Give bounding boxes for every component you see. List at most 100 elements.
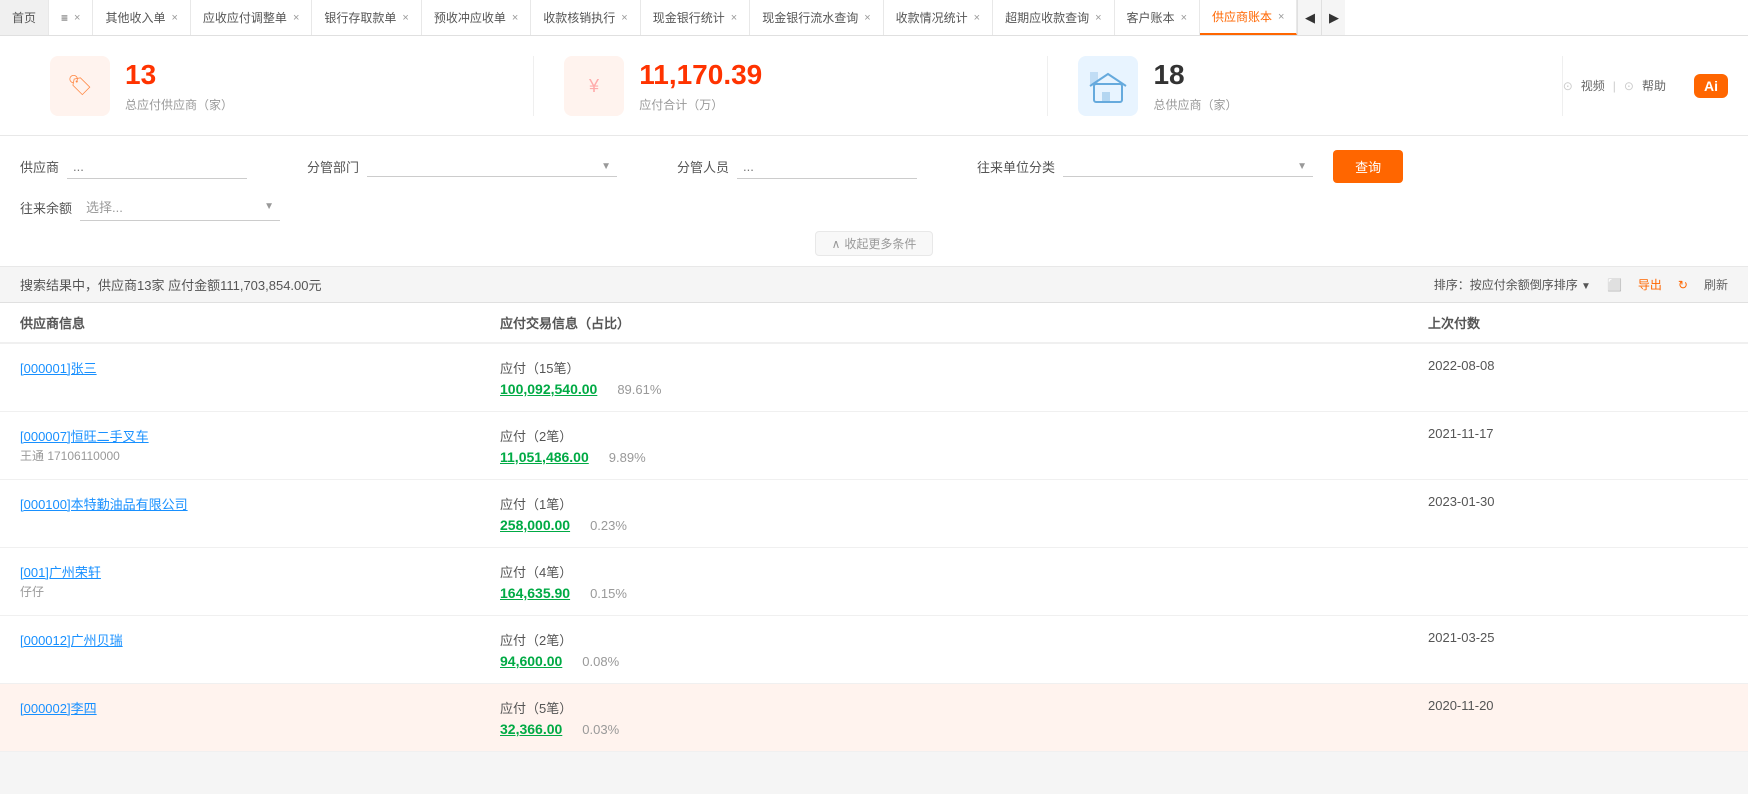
table-row: [000012]广州贝瑞 应付（2笔） 94,600.00 0.08% 2021… [0, 616, 1748, 684]
txn-pct: 9.89% [609, 450, 646, 465]
payable-suppliers-number: 13 [125, 58, 233, 92]
nav-prev-arrow[interactable]: ◀ [1297, 0, 1321, 35]
txn-amount[interactable]: 258,000.00 [500, 517, 570, 533]
export-icon: ⬜ [1607, 278, 1622, 292]
collapse-button[interactable]: ∧ 收起更多条件 [815, 231, 934, 256]
col-transaction-info: 应付交易信息（占比） [500, 313, 1428, 332]
summary-bar: 🏷 13 总应付供应商（家） ¥ 11,170.39 应付合计（万） [0, 36, 1748, 136]
store-icon [1078, 56, 1138, 116]
nav-home[interactable]: 首页 [0, 0, 49, 35]
video-link[interactable]: 视频 [1581, 77, 1605, 94]
dept-chevron-icon: ▼ [601, 161, 611, 172]
supplier-filter-input[interactable] [67, 155, 247, 179]
supplier-filter-label: 供应商 [20, 157, 59, 176]
balance-filter-label: 往来余额 [20, 198, 72, 217]
filter-supplier: 供应商 [20, 155, 247, 179]
transaction-cell: 应付（4笔） 164,635.90 0.15% [500, 562, 1428, 601]
payable-total-label: 应付合计（万） [639, 96, 762, 113]
refresh-button[interactable]: 刷新 [1704, 276, 1728, 293]
circle-icon2: ⊙ [1624, 79, 1634, 93]
summary-card-total-suppliers: 18 总供应商（家） [1048, 56, 1562, 116]
txn-amount[interactable]: 94,600.00 [500, 653, 562, 669]
total-suppliers-label: 总供应商（家） [1153, 96, 1237, 113]
payable-total-number: 11,170.39 [639, 58, 762, 92]
nav-receipt-stat[interactable]: 收款情况统计 × [884, 0, 993, 35]
supplier-link[interactable]: [000002]李四 [20, 698, 500, 717]
txn-pct: 89.61% [617, 382, 661, 397]
filter-category: 往来单位分类 ▼ [977, 157, 1313, 177]
dept-filter-select[interactable]: ▼ [367, 157, 617, 177]
nav-overdue-ar[interactable]: 超期应收款查询 × [993, 0, 1114, 35]
ai-badge[interactable]: Ai [1694, 74, 1728, 98]
txn-pct: 0.08% [582, 654, 619, 669]
nav-cash-bank-stat[interactable]: 现金银行统计 × [641, 0, 750, 35]
supplier-link[interactable]: [000007]恒旺二手叉车 [20, 426, 500, 445]
category-filter-label: 往来单位分类 [977, 157, 1055, 176]
last-pay-cell: 2022-08-08 [1428, 358, 1728, 373]
nav-ar-ap-adjust[interactable]: 应收应付调整单 × [191, 0, 312, 35]
supplier-info-cell: [000007]恒旺二手叉车 王通 17106110000 [20, 426, 500, 464]
nav-cash-bank-flow[interactable]: 现金银行流水查询 × [750, 0, 883, 35]
nav-next-arrow[interactable]: ▶ [1321, 0, 1345, 35]
top-navigation: 首页 ≡ × 其他收入单 × 应收应付调整单 × 银行存取款单 × 预收冲应收单… [0, 0, 1748, 36]
txn-label: 应付（5笔） [500, 698, 1428, 717]
transaction-cell: 应付（2笔） 94,600.00 0.08% [500, 630, 1428, 669]
supplier-link[interactable]: [000001]张三 [20, 358, 500, 377]
supplier-info-cell: [000002]李四 [20, 698, 500, 717]
filter-row-2: 往来余额 选择... ▼ [20, 193, 1728, 221]
table-row: [000001]张三 应付（15笔） 100,092,540.00 89.61%… [0, 344, 1748, 412]
table-header: 供应商信息 应付交易信息（占比） 上次付数 [0, 303, 1748, 344]
person-filter-input[interactable] [737, 155, 917, 179]
supplier-link[interactable]: [001]广州荣轩 [20, 562, 500, 581]
collapse-row: ∧ 收起更多条件 [20, 231, 1728, 256]
refresh-icon: ↻ [1678, 278, 1688, 292]
filter-person: 分管人员 [677, 155, 917, 179]
nav-customer-ledger[interactable]: 客户账本 × [1115, 0, 1200, 35]
balance-chevron-icon: ▼ [264, 201, 274, 212]
query-button[interactable]: 查询 [1333, 150, 1403, 183]
last-pay-cell: 2020-11-20 [1428, 698, 1728, 713]
nav-supplier-ledger[interactable]: 供应商账本 × [1200, 0, 1297, 35]
category-filter-select[interactable]: ▼ [1063, 157, 1313, 177]
last-pay-cell: 2021-03-25 [1428, 630, 1728, 645]
svg-text:🏷: 🏷 [67, 75, 92, 97]
col-last-pay: 上次付数 [1428, 313, 1728, 332]
nav-receipt-exec[interactable]: 收款核销执行 × [531, 0, 640, 35]
export-button[interactable]: 导出 [1638, 276, 1662, 293]
supplier-info-cell: [000100]本特勤油品有限公司 [20, 494, 500, 513]
category-chevron-icon: ▼ [1297, 161, 1307, 172]
dept-filter-label: 分管部门 [307, 157, 359, 176]
txn-label: 应付（4笔） [500, 562, 1428, 581]
txn-label: 应付（2笔） [500, 426, 1428, 445]
supplier-link[interactable]: [000012]广州贝瑞 [20, 630, 500, 649]
txn-label: 应付（2笔） [500, 630, 1428, 649]
nav-menu[interactable]: ≡ × [49, 0, 93, 35]
total-suppliers-number: 18 [1153, 58, 1237, 92]
chevron-up-icon: ∧ [832, 237, 841, 251]
table-row: [001]广州荣轩 仔仔 应付（4笔） 164,635.90 0.15% [0, 548, 1748, 616]
filter-area: 供应商 分管部门 ▼ 分管人员 往来单位分类 ▼ 查询 往来余额 选择 [0, 136, 1748, 267]
nav-other-income[interactable]: 其他收入单 × [93, 0, 190, 35]
txn-amount[interactable]: 32,366.00 [500, 721, 562, 737]
svg-text:¥: ¥ [588, 76, 600, 96]
txn-amount[interactable]: 11,051,486.00 [500, 449, 589, 465]
amount-icon: ¥ [564, 56, 624, 116]
txn-pct: 0.03% [582, 722, 619, 737]
top-right-links: ⊙ 视频 | ⊙ 帮助 Ai [1563, 74, 1728, 98]
col-supplier-info: 供应商信息 [20, 313, 500, 332]
supplier-link[interactable]: [000100]本特勤油品有限公司 [20, 494, 500, 513]
supplier-icon: 🏷 [50, 56, 110, 116]
table-row: [000002]李四 应付（5笔） 32,366.00 0.03% 2020-1… [0, 684, 1748, 752]
supplier-sub: 王通 17106110000 [20, 447, 500, 464]
transaction-cell: 应付（2笔） 11,051,486.00 9.89% [500, 426, 1428, 465]
txn-amount[interactable]: 164,635.90 [500, 585, 570, 601]
help-link[interactable]: 帮助 [1642, 77, 1666, 94]
nav-bank-deposit[interactable]: 银行存取款单 × [312, 0, 421, 35]
filter-balance: 往来余额 选择... ▼ [20, 193, 280, 221]
summary-card-payable-total: ¥ 11,170.39 应付合计（万） [534, 56, 1048, 116]
person-filter-label: 分管人员 [677, 157, 729, 176]
balance-filter-select[interactable]: 选择... ▼ [80, 193, 280, 221]
txn-amount[interactable]: 100,092,540.00 [500, 381, 597, 397]
sort-label[interactable]: 排序：按应付余额倒序排序 ▼ [1434, 276, 1591, 293]
nav-prepay-offset[interactable]: 预收冲应收单 × [422, 0, 531, 35]
